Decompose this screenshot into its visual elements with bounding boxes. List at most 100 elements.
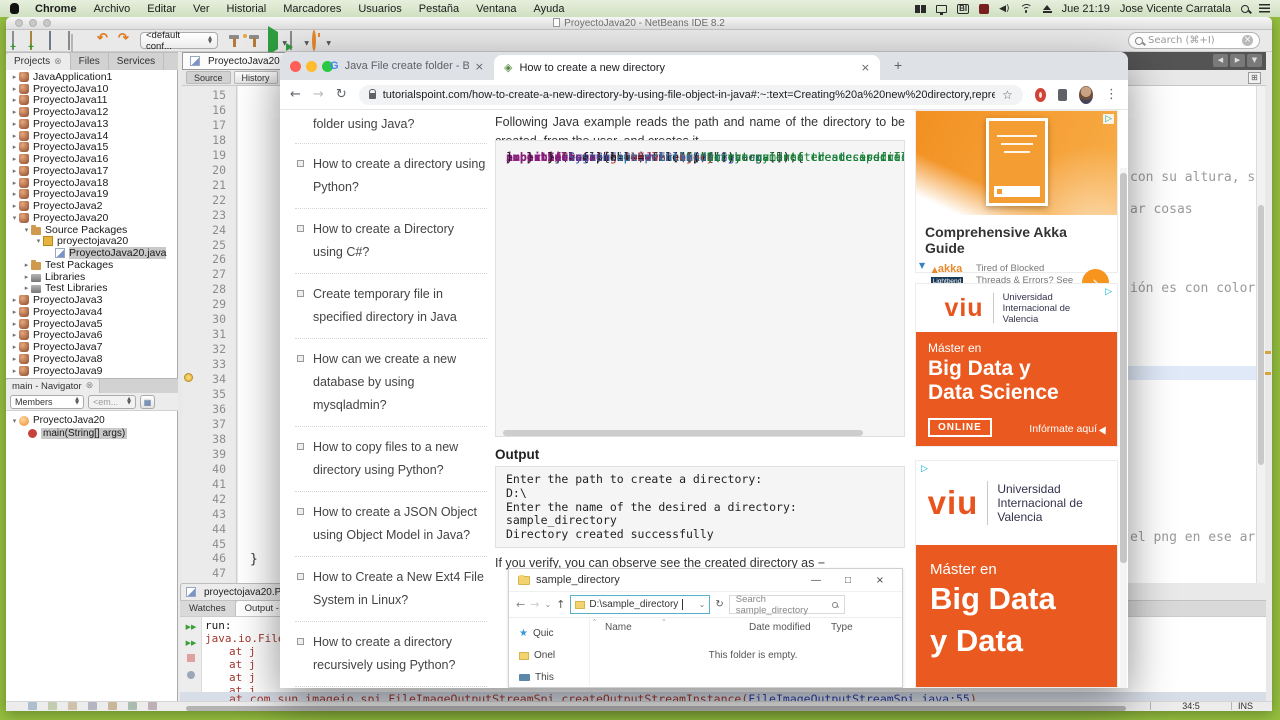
ide-search-input[interactable]: Search (⌘+I) × (1128, 32, 1260, 49)
tab-tutorialspoint[interactable]: ◈ How to create a new directory × (494, 55, 880, 80)
tab-files[interactable]: Files (71, 53, 109, 70)
tab-close-icon[interactable]: × (861, 61, 870, 74)
chrome-minimize-button[interactable] (306, 61, 317, 72)
new-project-button[interactable] (30, 31, 47, 50)
sidebar-link[interactable]: How to copy files to a new directory usi… (295, 427, 487, 492)
tree-expand-icon[interactable]: ▸ (10, 296, 19, 304)
tree-expand-icon[interactable]: ▸ (22, 261, 31, 269)
adblock-extension-icon[interactable] (1034, 87, 1046, 102)
status-mini-icon[interactable] (108, 702, 117, 710)
tree-item-proyectojava10[interactable]: ▸ ProyectoJava10 (6, 83, 177, 95)
tree-item-proyectojava20[interactable]: ▾ proyectojava20 (6, 235, 177, 247)
status-mini-icon[interactable] (48, 702, 57, 710)
adchoices-icon[interactable]: ▷ (1103, 114, 1114, 124)
tree-expand-icon[interactable]: ▸ (10, 108, 19, 116)
akka-ad[interactable]: ▷ Comprehensive Akka Guide ▲akka Lightbe… (915, 110, 1118, 322)
tree-item-proyectojava6[interactable]: ▸ ProyectoJava6 (6, 329, 177, 341)
build-button[interactable] (227, 32, 244, 49)
tree-item-source packages[interactable]: ▾ Source Packages (6, 224, 177, 236)
tree-expand-icon[interactable]: ▾ (10, 214, 19, 222)
save-all-button[interactable] (49, 31, 66, 50)
secure-lock-icon[interactable] (368, 89, 376, 99)
status-mini-icon[interactable] (128, 702, 137, 710)
menu-marcadores[interactable]: Marcadores (283, 3, 341, 15)
members-combobox[interactable]: Members ▲ ▼ (10, 394, 84, 409)
navigator-method-node[interactable]: main(String[] args) (6, 427, 177, 440)
recording-app-icon[interactable] (979, 3, 990, 14)
java-code-block[interactable]: import java.io.File; import java.util.Sca… (495, 140, 905, 437)
navigator-class-node[interactable]: ▾ ProyectoJava20 (6, 414, 177, 427)
url-text[interactable]: tutorialspoint.com/how-to-create-a-new-d… (383, 89, 995, 101)
tree-expand-icon[interactable]: ▸ (10, 331, 19, 339)
tree-item-proyectojava8[interactable]: ▸ ProyectoJava8 (6, 353, 177, 365)
tree-item-proyectojava3[interactable]: ▸ ProyectoJava3 (6, 294, 177, 306)
tree-expand-icon[interactable]: ▸ (10, 132, 19, 140)
display-icon[interactable] (936, 4, 948, 15)
menu-chrome[interactable]: Chrome (35, 3, 77, 15)
tab-projects[interactable]: Projects ⊗ (6, 53, 71, 70)
tree-expand-icon[interactable]: ▸ (10, 202, 19, 210)
tree-item-test packages[interactable]: ▸ Test Packages (6, 259, 177, 271)
tree-item-proyectojava19[interactable]: ▸ ProyectoJava19 (6, 188, 177, 200)
tree-item-proyectojava5[interactable]: ▸ ProyectoJava5 (6, 318, 177, 330)
redo-button[interactable]: ↷ (118, 30, 135, 47)
menu-ver[interactable]: Ver (193, 3, 210, 15)
profile-avatar[interactable] (1078, 85, 1093, 104)
tree-expand-icon[interactable]: ▸ (10, 155, 19, 163)
tab-close-icon[interactable]: ⊗ (54, 57, 62, 67)
sidebar-link[interactable]: Create temporary file in specified direc… (295, 274, 487, 339)
status-mini-icon[interactable] (148, 702, 157, 710)
address-bar[interactable]: tutorialspoint.com/how-to-create-a-new-d… (358, 84, 1023, 105)
sidebar-link[interactable]: How can we create a new database by usin… (295, 339, 487, 427)
netbeans-titlebar[interactable]: ProyectoJava20 - NetBeans IDE 8.2 (6, 17, 1272, 30)
bottom-file-tab[interactable]: proyectojava20.P (180, 583, 287, 600)
status-mini-icon[interactable] (68, 702, 77, 710)
bi-status-icon[interactable]: BI (957, 3, 970, 14)
tree-expand-icon[interactable]: ▸ (10, 308, 19, 316)
tree-expand-icon[interactable]: ▾ (34, 237, 43, 245)
tree-item-libraries[interactable]: ▸ Libraries (6, 271, 177, 283)
settings-icon[interactable] (184, 671, 198, 683)
clean-build-button[interactable] (243, 32, 264, 49)
rerun-debug-icon[interactable]: ▶▶ (184, 637, 198, 649)
tree-item-proyectojava17[interactable]: ▸ ProyectoJava17 (6, 165, 177, 177)
warning-bulb-icon[interactable] (184, 373, 193, 383)
tree-item-proyectojava15[interactable]: ▸ ProyectoJava15 (6, 141, 177, 153)
tab-close-icon[interactable]: × (475, 60, 484, 73)
sidebar-link[interactable]: How to Create a New Ext4 File System in … (295, 557, 487, 622)
tree-expand-icon[interactable]: ▸ (10, 343, 19, 351)
rerun-icon[interactable]: ▶▶ (184, 621, 198, 633)
status-mini-icon[interactable] (88, 702, 97, 710)
tree-expand-icon[interactable]: ▸ (10, 120, 19, 128)
tree-item-proyectojava11[interactable]: ▸ ProyectoJava11 (6, 94, 177, 106)
menubar-clock[interactable]: Jue 21:19 (1062, 3, 1110, 15)
status-mini-icon[interactable] (28, 702, 37, 710)
tab-google-search[interactable]: G Java File create folder - Busca × (322, 52, 492, 80)
tree-item-proyectojava12[interactable]: ▸ ProyectoJava12 (6, 106, 177, 118)
sidebar-link[interactable]: How to create a directory using Python? (295, 144, 487, 209)
run-button[interactable]: ▼ (268, 26, 287, 55)
profile-button[interactable]: ▼ (312, 30, 331, 51)
viu-ad-1[interactable]: ▷ viu Universidad Internacional de Valen… (915, 283, 1118, 447)
viu-ad-cta[interactable]: Infórmate aquí (1029, 423, 1110, 435)
undo-button[interactable]: ↶ (97, 30, 114, 47)
tree-expand-icon[interactable]: ▸ (10, 355, 19, 363)
wifi-icon[interactable] (1019, 3, 1033, 14)
split-editor-icon[interactable]: ⊞ (1248, 72, 1261, 84)
new-file-button[interactable] (12, 31, 29, 50)
page-scrollbar[interactable] (1120, 168, 1127, 688)
menu-historial[interactable]: Historial (227, 3, 267, 15)
tab-scroll-left-icon[interactable]: ◀ (1213, 54, 1228, 67)
mission-control-icon[interactable] (915, 4, 927, 13)
tree-expand-icon[interactable]: ▸ (10, 167, 19, 175)
tree-expand-icon[interactable]: ▸ (10, 190, 19, 198)
back-button[interactable]: ← (290, 87, 301, 102)
tree-expand-icon[interactable]: ▸ (22, 273, 31, 281)
tab-navigator[interactable]: main - Navigator ⊗ (6, 379, 101, 393)
navigator-view-button[interactable]: ▦ (140, 394, 155, 409)
chrome-menu-icon[interactable]: ⋮ (1105, 87, 1118, 102)
editor-scrollbar-thumb[interactable] (1258, 205, 1264, 465)
editor-scrollbar[interactable] (1256, 86, 1265, 583)
reload-button[interactable]: ↻ (336, 87, 347, 102)
sidebar-link[interactable]: How to create a directory recursively us… (295, 622, 487, 687)
